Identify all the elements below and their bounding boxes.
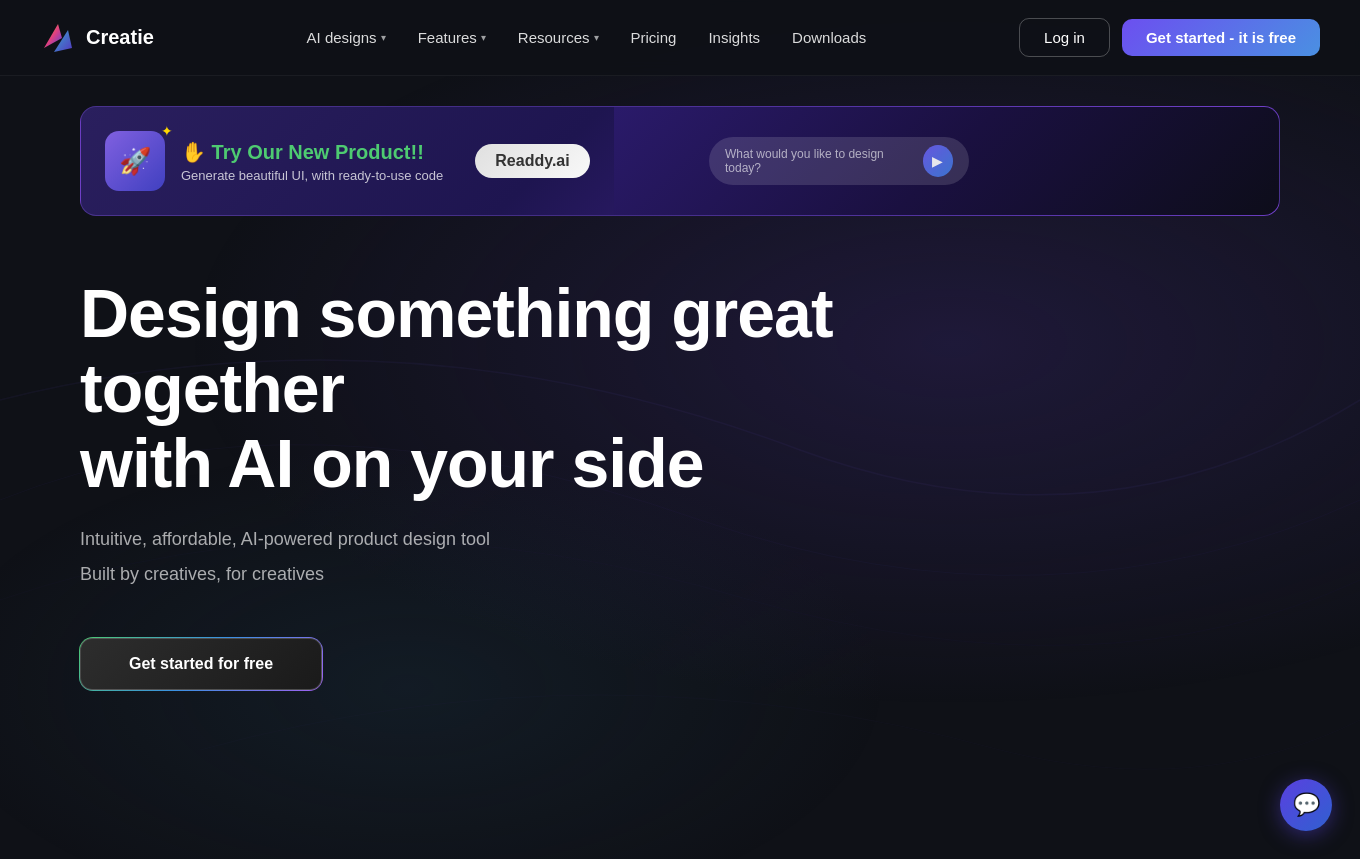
nav-item-downloads[interactable]: Downloads bbox=[778, 21, 880, 54]
banner-subtitle: Generate beautiful UI, with ready-to-use… bbox=[181, 168, 443, 183]
nav-links: AI designs ▾ Features ▾ Resources ▾ Pric… bbox=[293, 21, 881, 54]
banner-icon: 🚀 bbox=[105, 131, 165, 191]
navbar: Creatie AI designs ▾ Features ▾ Resource… bbox=[0, 0, 1360, 76]
nav-actions: Log in Get started - it is free bbox=[1019, 18, 1320, 57]
banner-search-bar[interactable]: What would you like to design today? ▶ bbox=[709, 137, 969, 185]
banner-title: ✋ Try Our New Product!! bbox=[181, 140, 443, 164]
hero-section: Design something great together with AI … bbox=[80, 276, 880, 690]
main-content: 🚀 ✋ Try Our New Product!! Generate beaut… bbox=[0, 106, 1360, 690]
nav-item-pricing[interactable]: Pricing bbox=[617, 21, 691, 54]
chat-icon: 💬 bbox=[1293, 792, 1320, 818]
login-button[interactable]: Log in bbox=[1019, 18, 1110, 57]
logo-link[interactable]: Creatie bbox=[40, 20, 154, 56]
chevron-down-icon: ▾ bbox=[594, 32, 599, 43]
banner-text: ✋ Try Our New Product!! Generate beautif… bbox=[181, 140, 443, 183]
banner-mockup: What would you like to design today? ▶ bbox=[679, 107, 1279, 215]
get-started-button[interactable]: Get started - it is free bbox=[1122, 19, 1320, 56]
logo-text: Creatie bbox=[86, 26, 154, 49]
hero-title: Design something great together with AI … bbox=[80, 276, 880, 500]
hero-cta: Get started for free bbox=[80, 638, 880, 690]
chat-support-button[interactable]: 💬 bbox=[1280, 779, 1332, 831]
banner-right: What would you like to design today? ▶ bbox=[614, 107, 1279, 215]
hero-subtitle-line1: Intuitive, affordable, AI-powered produc… bbox=[80, 524, 880, 555]
nav-item-insights[interactable]: Insights bbox=[694, 21, 774, 54]
hero-subtitle-line2: Built by creatives, for creatives bbox=[80, 559, 880, 590]
chevron-down-icon: ▾ bbox=[381, 32, 386, 43]
banner-left: 🚀 ✋ Try Our New Product!! Generate beaut… bbox=[81, 107, 614, 215]
nav-item-features[interactable]: Features ▾ bbox=[404, 21, 500, 54]
promo-banner: 🚀 ✋ Try Our New Product!! Generate beaut… bbox=[80, 106, 1280, 216]
banner-badge[interactable]: Readdy.ai bbox=[475, 144, 589, 178]
nav-item-ai-designs[interactable]: AI designs ▾ bbox=[293, 21, 400, 54]
banner-send-button[interactable]: ▶ bbox=[923, 145, 953, 177]
nav-item-resources[interactable]: Resources ▾ bbox=[504, 21, 613, 54]
hero-cta-button[interactable]: Get started for free bbox=[80, 638, 322, 690]
chevron-down-icon: ▾ bbox=[481, 32, 486, 43]
logo-icon bbox=[40, 20, 76, 56]
